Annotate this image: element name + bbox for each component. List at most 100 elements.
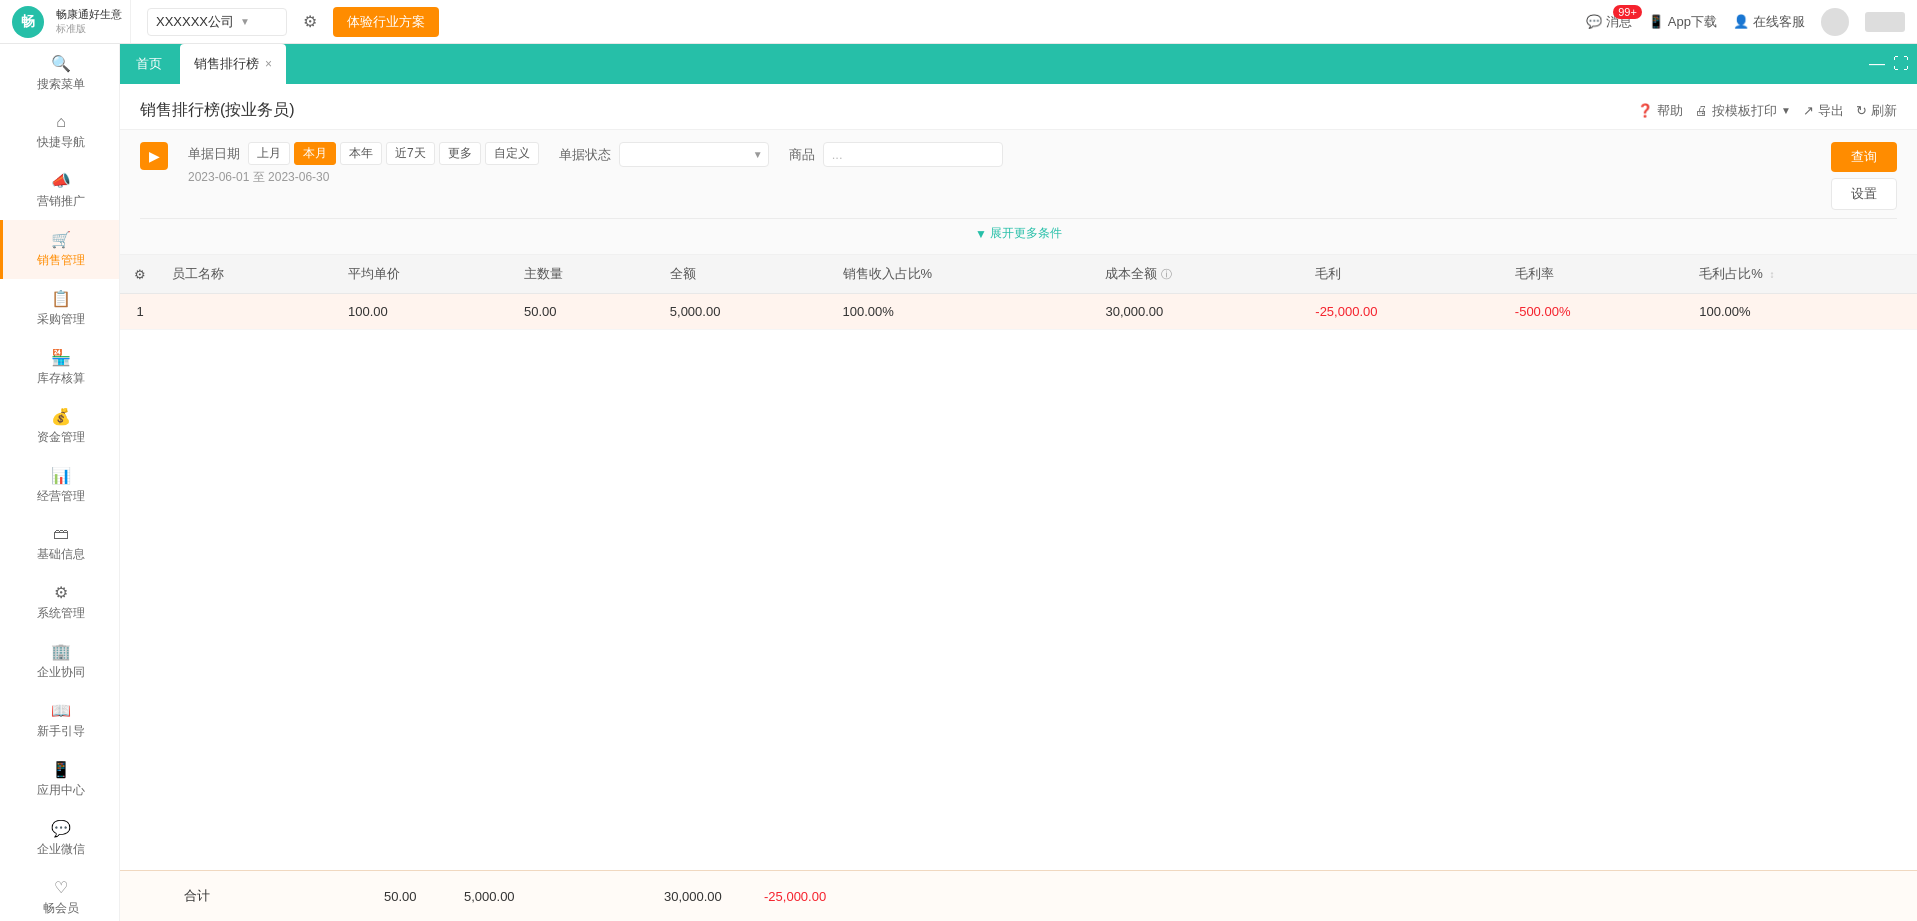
col-sales-pct: 销售收入占比% [831, 255, 1094, 294]
online-service-button[interactable]: 👤 在线客服 [1733, 13, 1805, 31]
sidebar-item-quick-nav[interactable]: ⌂ 快捷导航 [0, 103, 119, 161]
page-title: 销售排行榜(按业务员) [140, 100, 295, 121]
goods-filter-label: 商品 [789, 146, 815, 164]
app-download-label: App下载 [1668, 13, 1717, 31]
trial-button[interactable]: 体验行业方案 [333, 7, 439, 37]
help-label: 帮助 [1657, 102, 1683, 120]
sidebar-icon-sales: 🛒 [51, 230, 71, 249]
user-name[interactable] [1865, 12, 1905, 32]
date-btn-custom[interactable]: 自定义 [485, 142, 539, 165]
footer-main-qty: 50.00 [372, 883, 452, 910]
sidebar-icon-finance: 💰 [51, 407, 71, 426]
sidebar-item-app-center[interactable]: 📱 应用中心 [0, 750, 119, 809]
data-table: ⚙ 员工名称 平均单价 主数量 [120, 255, 1917, 330]
download-icon: 📱 [1648, 14, 1664, 29]
sidebar-item-search[interactable]: 🔍搜索菜单 [0, 44, 119, 103]
help-button[interactable]: ❓ 帮助 [1637, 102, 1683, 120]
table-row: 1 100.00 50.00 5,000.00 100.00% 30,000.0… [120, 294, 1917, 330]
header-actions: ❓ 帮助 🖨 按模板打印 ▼ ↗ 导出 ↻ [1637, 102, 1897, 120]
cell-amount: 5,000.00 [658, 294, 831, 330]
filter-collapse-button[interactable]: ▶ [140, 142, 168, 170]
sidebar-label-guide: 新手引导 [37, 723, 85, 740]
goods-filter-input[interactable]: ... [823, 142, 1003, 167]
sidebar-item-enterprise[interactable]: 🏢企业协同 [0, 632, 119, 691]
date-buttons: 上月 本月 本年 近7天 更多 自定义 [248, 142, 539, 165]
refresh-icon: ↻ [1856, 103, 1867, 118]
sidebar-label-finance: 资金管理 [37, 429, 85, 446]
service-icon: 👤 [1733, 14, 1749, 29]
status-select[interactable] [619, 142, 769, 167]
chevron-down-icon: ▼ [240, 16, 250, 27]
status-filter-label: 单据状态 [559, 146, 611, 164]
sidebar-icon-quick-nav: ⌂ [56, 113, 66, 131]
col-main-qty: 主数量 [512, 255, 658, 294]
export-icon: ↗ [1803, 103, 1814, 118]
footer-gross: -25,000.00 [752, 883, 852, 910]
sidebar-icon-search: 🔍 [51, 54, 71, 73]
sidebar-icon-purchase: 📋 [51, 289, 71, 308]
sidebar-item-wechat[interactable]: 💬 企业微信 [0, 809, 119, 868]
sidebar-label-quick-nav: 快捷导航 [37, 134, 85, 151]
footer-cost: 30,000.00 [652, 883, 752, 910]
col-avg-price: 平均单价 [336, 255, 512, 294]
col-gross-rate: 毛利率 [1503, 255, 1687, 294]
sidebar-label-app-center: 应用中心 [37, 782, 85, 799]
avatar[interactable] [1821, 8, 1849, 36]
tab-sales-ranking[interactable]: 销售排行榜 × [180, 44, 286, 84]
online-service-label: 在线客服 [1753, 13, 1805, 31]
sidebar-icon-app-center: 📱 [51, 760, 71, 779]
cell-rank: 1 [120, 294, 160, 330]
expand-conditions-button[interactable]: ▼ 展开更多条件 [975, 225, 1062, 242]
cell-cost: 30,000.00 [1093, 294, 1303, 330]
cost-info-icon[interactable]: ⓘ [1161, 268, 1172, 280]
sidebar-item-marketing[interactable]: 📣营销推广 [0, 161, 119, 220]
date-btn-7days[interactable]: 近7天 [386, 142, 435, 165]
col-settings[interactable]: ⚙ [120, 255, 160, 294]
sidebar-icon-operations: 📊 [51, 466, 71, 485]
sidebar-label-system: 系统管理 [37, 605, 85, 622]
settings-gear-button[interactable]: ⚙ [295, 7, 325, 37]
print-button[interactable]: 🖨 按模板打印 ▼ [1695, 102, 1791, 120]
col-gross: 毛利 [1303, 255, 1503, 294]
expand-icon: ▼ [975, 227, 987, 241]
table-header-row: ⚙ 员工名称 平均单价 主数量 [120, 255, 1917, 294]
message-badge: 99+ [1613, 5, 1642, 19]
date-btn-current-month[interactable]: 本月 [294, 142, 336, 165]
date-btn-current-year[interactable]: 本年 [340, 142, 382, 165]
sidebar-item-basic-info[interactable]: 🗃 基础信息 [0, 515, 119, 573]
print-label: 按模板打印 [1712, 102, 1777, 120]
message-button[interactable]: 💬 消息 99+ [1586, 13, 1632, 31]
cell-gross-rate: -500.00% [1503, 294, 1687, 330]
app-download-button[interactable]: 📱 App下载 [1648, 13, 1717, 31]
sidebar-icon-wechat: 💬 [51, 819, 71, 838]
gross-pct-sort-icon[interactable]: ↕ [1769, 269, 1774, 280]
sidebar-label-wechat: 企业微信 [37, 841, 85, 858]
cell-sales-pct: 100.00% [831, 294, 1094, 330]
sidebar-item-purchase[interactable]: 📋采购管理 [0, 279, 119, 338]
app-name: 畅康通好生意 [56, 7, 122, 21]
sidebar-icon-basic-info: 🗃 [53, 525, 69, 543]
sidebar-item-system[interactable]: ⚙系统管理 [0, 573, 119, 632]
company-name: XXXXXX公司 [156, 13, 234, 31]
sidebar-item-guide[interactable]: 📖新手引导 [0, 691, 119, 750]
export-button[interactable]: ↗ 导出 [1803, 102, 1844, 120]
date-btn-more[interactable]: 更多 [439, 142, 481, 165]
refresh-button[interactable]: ↻ 刷新 [1856, 102, 1897, 120]
sidebar-item-inventory[interactable]: 🏪库存核算 [0, 338, 119, 397]
tab-home[interactable]: 首页 [120, 44, 178, 84]
company-selector[interactable]: XXXXXX公司 ▼ [147, 8, 287, 36]
sidebar-item-finance[interactable]: 💰 资金管理 [0, 397, 119, 456]
search-button[interactable]: 查询 [1831, 142, 1897, 172]
date-btn-prev-month[interactable]: 上月 [248, 142, 290, 165]
sidebar-item-sales[interactable]: 🛒销售管理 [0, 220, 119, 279]
sidebar-item-operations[interactable]: 📊经营管理 [0, 456, 119, 515]
tab-minimize-button[interactable]: — [1869, 55, 1885, 73]
tab-close-icon[interactable]: × [265, 57, 272, 71]
tab-maximize-button[interactable]: ⛶ [1893, 55, 1909, 73]
sidebar-item-member[interactable]: ♡畅会员 [0, 868, 119, 921]
sidebar-label-basic-info: 基础信息 [37, 546, 85, 563]
table-settings-button[interactable]: 设置 [1831, 178, 1897, 210]
message-icon: 💬 [1586, 14, 1602, 29]
expand-label: 展开更多条件 [990, 225, 1062, 242]
col-employee: 员工名称 [160, 255, 336, 294]
